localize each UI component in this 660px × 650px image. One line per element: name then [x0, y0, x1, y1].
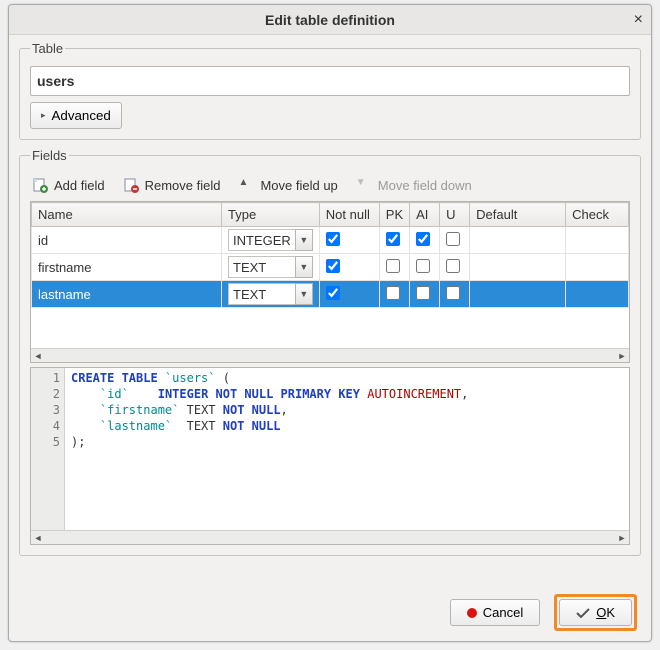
col-ai[interactable]: AI — [410, 203, 440, 227]
move-up-button[interactable]: ▲ Move field up — [238, 177, 337, 193]
ok-highlight: OK — [554, 594, 637, 631]
add-icon — [32, 177, 48, 193]
chevron-down-icon[interactable]: ▼ — [295, 229, 313, 251]
col-default[interactable]: Default — [470, 203, 566, 227]
dialog-title: Edit table definition — [265, 12, 395, 28]
cell-default[interactable] — [470, 254, 566, 281]
col-notnull[interactable]: Not null — [319, 203, 379, 227]
cell-pk[interactable] — [379, 254, 409, 281]
cell-notnull[interactable] — [319, 254, 379, 281]
ok-icon — [576, 607, 590, 619]
u-checkbox[interactable] — [446, 232, 460, 246]
titlebar: Edit table definition × — [9, 5, 651, 35]
pk-checkbox[interactable] — [386, 259, 400, 273]
cell-notnull[interactable] — [319, 281, 379, 308]
chevron-right-icon: ▸ — [41, 110, 46, 121]
remove-field-label: Remove field — [145, 178, 221, 193]
notnull-checkbox[interactable] — [326, 286, 340, 300]
col-check[interactable]: Check — [566, 203, 629, 227]
col-name[interactable]: Name — [32, 203, 222, 227]
remove-field-button[interactable]: Remove field — [123, 177, 221, 193]
col-u[interactable]: U — [440, 203, 470, 227]
cell-default[interactable] — [470, 227, 566, 254]
cell-type[interactable]: TEXT▼ — [222, 254, 320, 281]
arrow-down-icon: ▼ — [356, 177, 372, 193]
cancel-icon — [467, 608, 477, 618]
fields-fieldset: Fields Add field Remove field ▲ Move — [19, 148, 641, 556]
cell-name[interactable]: lastname — [32, 281, 222, 308]
move-down-label: Move field down — [378, 178, 472, 193]
cell-default[interactable] — [470, 281, 566, 308]
fields-grid[interactable]: Name Type Not null PK AI U Default Check… — [30, 201, 630, 363]
cell-type[interactable]: INTEGER▼ — [222, 227, 320, 254]
pk-checkbox[interactable] — [386, 286, 400, 300]
cell-check[interactable] — [566, 227, 629, 254]
remove-icon — [123, 177, 139, 193]
cell-name[interactable]: id — [32, 227, 222, 254]
notnull-checkbox[interactable] — [326, 259, 340, 273]
table-fieldset: Table ▸ Advanced — [19, 41, 641, 140]
table-row[interactable]: firstnameTEXT▼ — [32, 254, 629, 281]
cell-ai[interactable] — [410, 254, 440, 281]
ai-checkbox[interactable] — [416, 232, 430, 246]
sql-preview: 12345 CREATE TABLE `users` ( `id` INTEGE… — [30, 367, 630, 545]
cancel-button[interactable]: Cancel — [450, 599, 540, 626]
grid-hscroll[interactable]: ◄► — [31, 348, 629, 362]
table-legend: Table — [30, 41, 65, 56]
pk-checkbox[interactable] — [386, 232, 400, 246]
u-checkbox[interactable] — [446, 259, 460, 273]
table-name-input[interactable] — [30, 66, 630, 96]
fields-legend: Fields — [30, 148, 69, 163]
cell-type[interactable]: TEXT▼ — [222, 281, 320, 308]
table-row[interactable]: idINTEGER▼ — [32, 227, 629, 254]
ai-checkbox[interactable] — [416, 259, 430, 273]
cell-check[interactable] — [566, 281, 629, 308]
add-field-button[interactable]: Add field — [32, 177, 105, 193]
fields-toolbar: Add field Remove field ▲ Move field up ▼… — [30, 173, 630, 201]
u-checkbox[interactable] — [446, 286, 460, 300]
cell-notnull[interactable] — [319, 227, 379, 254]
chevron-down-icon[interactable]: ▼ — [295, 256, 313, 278]
cell-ai[interactable] — [410, 227, 440, 254]
cell-u[interactable] — [440, 227, 470, 254]
advanced-button[interactable]: ▸ Advanced — [30, 102, 122, 129]
cell-ai[interactable] — [410, 281, 440, 308]
col-type[interactable]: Type — [222, 203, 320, 227]
sql-gutter: 12345 — [31, 368, 65, 544]
edit-table-dialog: Edit table definition × Table ▸ Advanced… — [8, 4, 652, 642]
add-field-label: Add field — [54, 178, 105, 193]
cell-name[interactable]: firstname — [32, 254, 222, 281]
cell-check[interactable] — [566, 254, 629, 281]
col-pk[interactable]: PK — [379, 203, 409, 227]
sql-code[interactable]: CREATE TABLE `users` ( `id` INTEGER NOT … — [65, 368, 629, 452]
notnull-checkbox[interactable] — [326, 232, 340, 246]
close-icon[interactable]: × — [634, 5, 643, 35]
cell-pk[interactable] — [379, 227, 409, 254]
move-up-label: Move field up — [260, 178, 337, 193]
chevron-down-icon[interactable]: ▼ — [295, 283, 313, 305]
cell-u[interactable] — [440, 254, 470, 281]
cell-pk[interactable] — [379, 281, 409, 308]
cell-u[interactable] — [440, 281, 470, 308]
ok-button[interactable]: OK — [559, 599, 632, 626]
ai-checkbox[interactable] — [416, 286, 430, 300]
sql-hscroll[interactable]: ◄► — [31, 530, 629, 544]
cancel-label: Cancel — [483, 605, 523, 620]
button-bar: Cancel OK — [450, 594, 637, 631]
table-row[interactable]: lastnameTEXT▼ — [32, 281, 629, 308]
arrow-up-icon: ▲ — [238, 177, 254, 193]
move-down-button: ▼ Move field down — [356, 177, 472, 193]
advanced-label: Advanced — [52, 108, 111, 123]
ok-label: OK — [596, 605, 615, 620]
